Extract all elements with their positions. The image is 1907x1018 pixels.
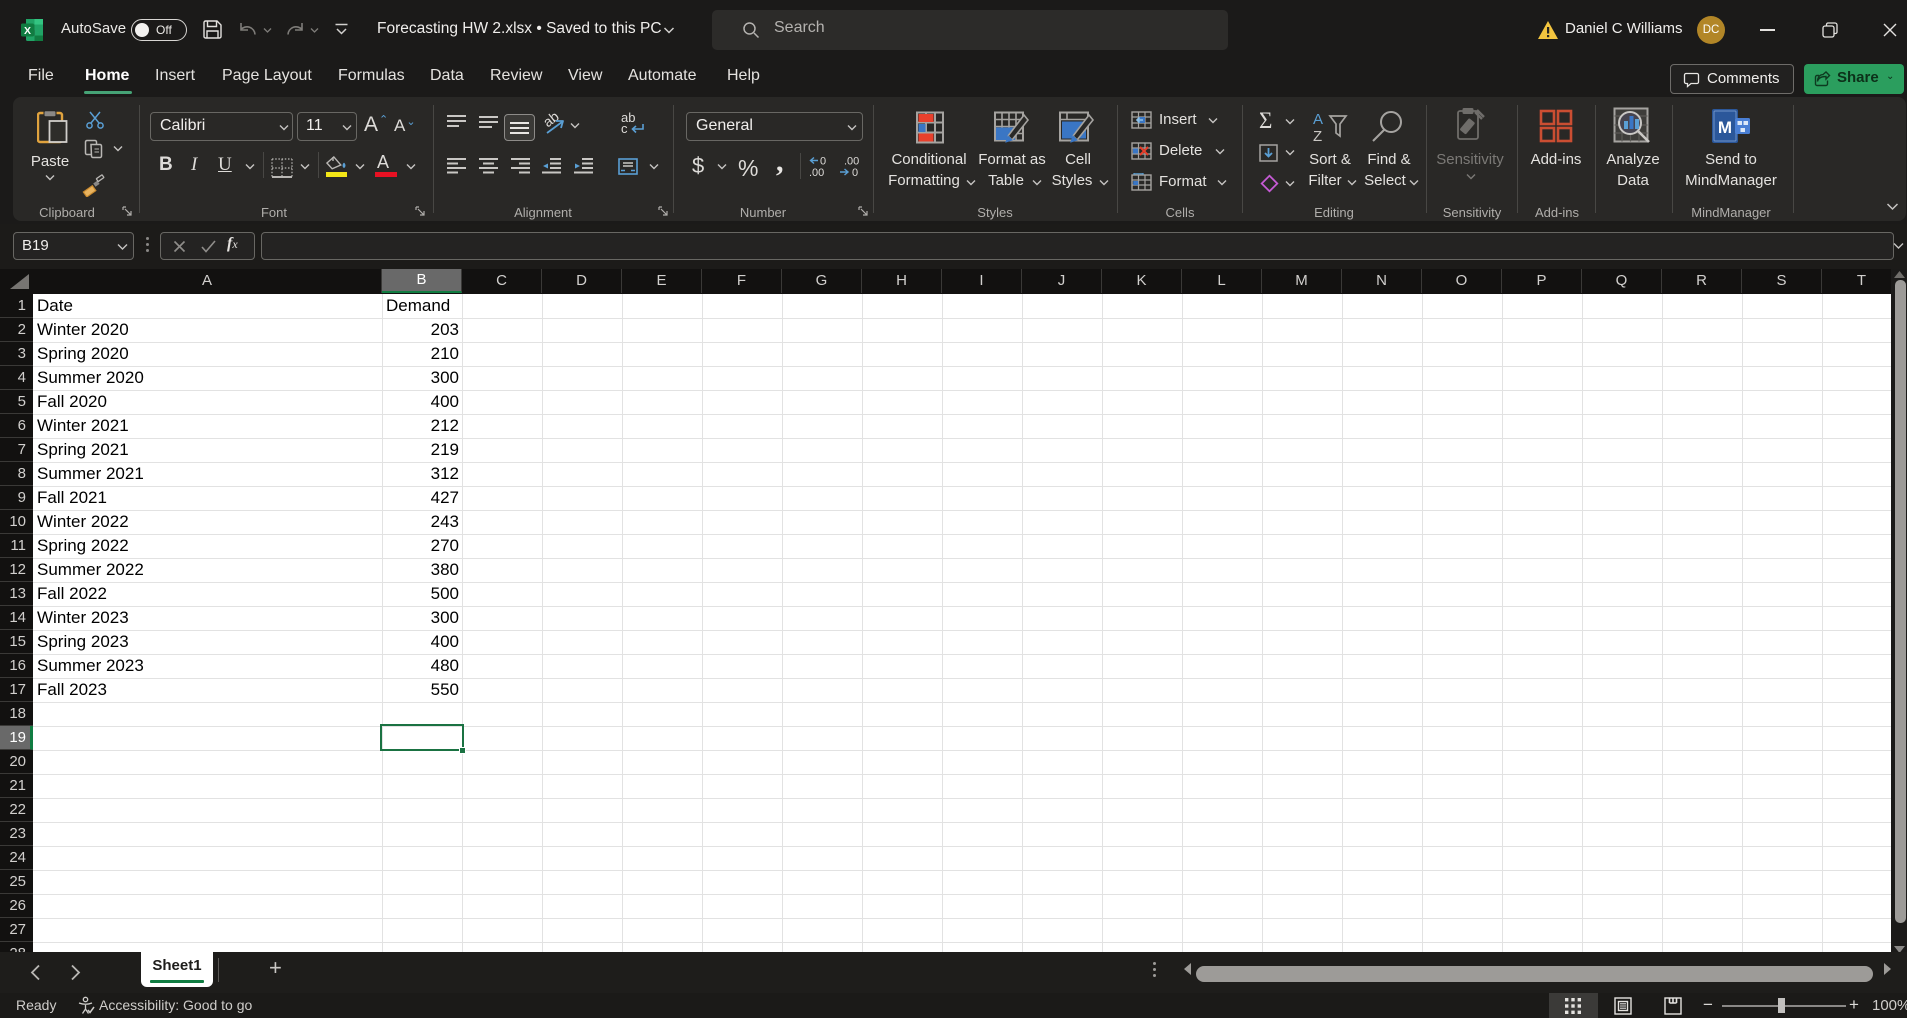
svg-text:0: 0	[820, 156, 826, 168]
svg-text:.00: .00	[809, 167, 824, 177]
svg-text:.00: .00	[844, 156, 859, 168]
svg-text:0: 0	[852, 167, 858, 177]
svg-text:Z: Z	[1313, 128, 1322, 144]
svg-text:X: X	[24, 25, 31, 37]
svg-text:A: A	[1313, 111, 1323, 128]
svg-text:M: M	[1718, 118, 1732, 137]
